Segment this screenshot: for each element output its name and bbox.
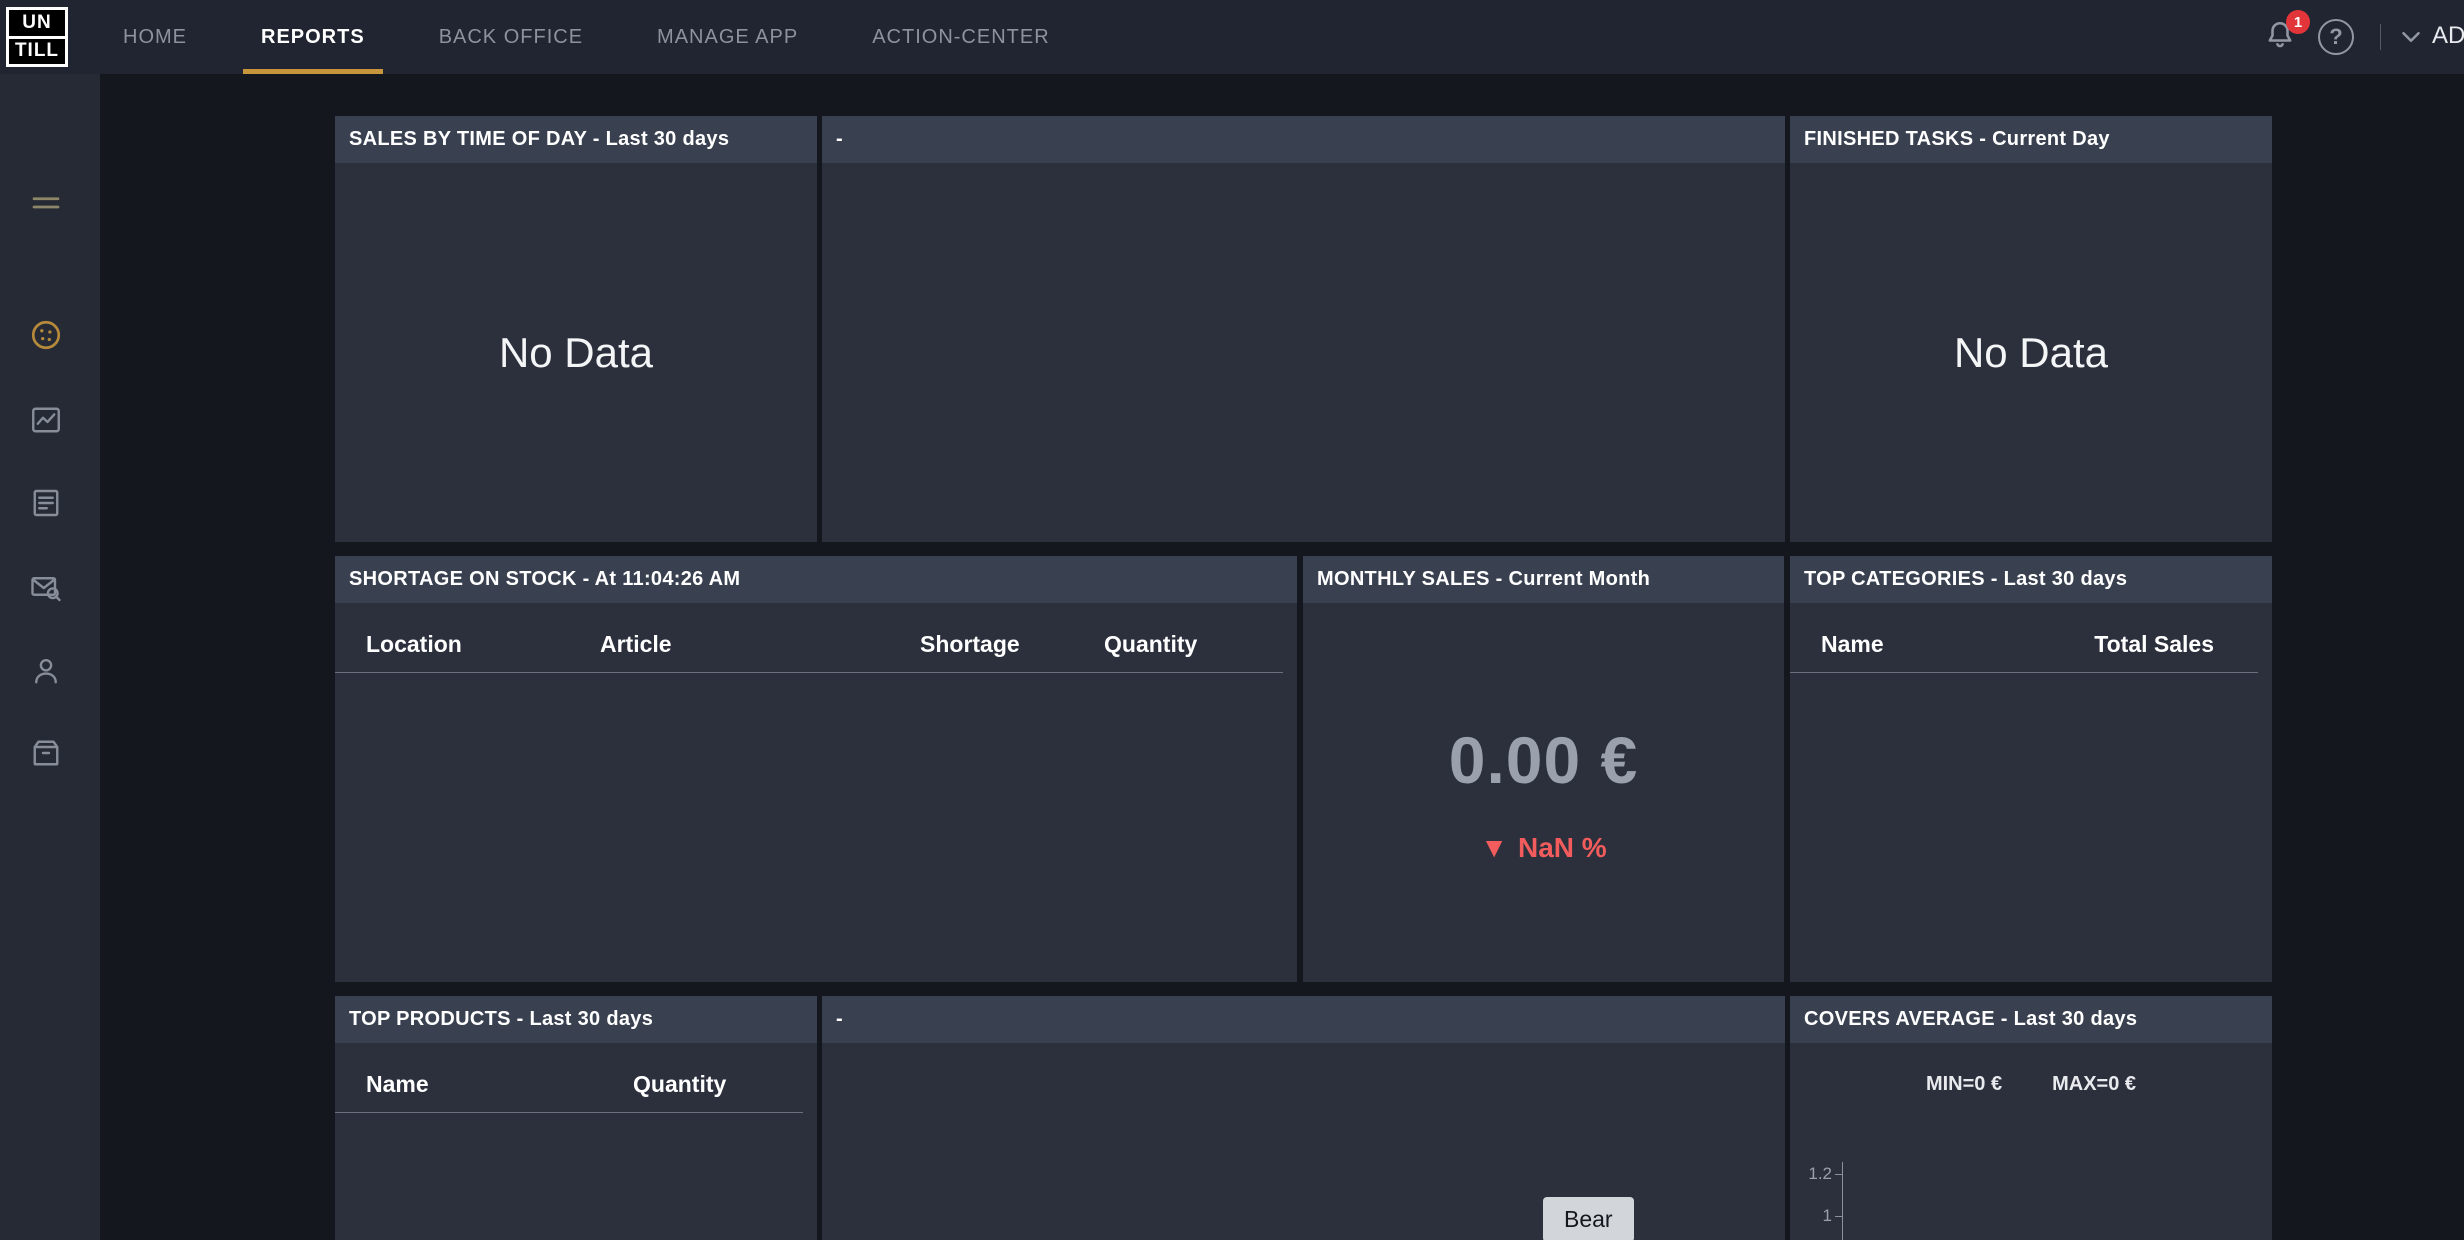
chart-legend-bear[interactable]: Bear bbox=[1543, 1197, 1634, 1240]
column-header-total-sales: Total Sales bbox=[2094, 631, 2214, 657]
card-title: TOP PRODUCTS - Last 30 days bbox=[335, 996, 817, 1043]
nav-divider bbox=[2380, 24, 2381, 50]
card-title: - bbox=[822, 116, 1785, 163]
card-untitled-bottom: - Bear bbox=[822, 996, 1785, 1240]
table-header-row: Name Total Sales bbox=[1790, 603, 2258, 673]
table-header-row: Location Article Shortage Quantity bbox=[335, 603, 1283, 673]
card-top-products: TOP PRODUCTS - Last 30 days Name Quantit… bbox=[335, 996, 817, 1240]
notification-badge: 1 bbox=[2286, 10, 2310, 34]
column-header-location: Location bbox=[366, 631, 462, 657]
chevron-down-icon bbox=[2396, 22, 2426, 52]
column-header-shortage: Shortage bbox=[920, 631, 1020, 657]
sidebar-item-mail-search[interactable] bbox=[24, 566, 68, 610]
card-title: FINISHED TASKS - Current Day bbox=[1790, 116, 2272, 163]
logo-line2: TILL bbox=[14, 40, 60, 62]
card-title: - bbox=[822, 996, 1785, 1043]
sidebar-item-inventory[interactable] bbox=[24, 731, 68, 775]
sidebar-item-dashboard[interactable] bbox=[24, 313, 68, 357]
covers-max-label: MAX=0 € bbox=[2052, 1073, 2137, 1095]
card-title: SHORTAGE ON STOCK - At 11:04:26 AM bbox=[335, 556, 1297, 603]
card-title: TOP CATEGORIES - Last 30 days bbox=[1790, 556, 2272, 603]
nav-item-reports[interactable]: REPORTS bbox=[243, 0, 383, 74]
nav-item-manage-app[interactable]: MANAGE APP bbox=[639, 0, 816, 74]
left-sidebar bbox=[0, 74, 100, 1240]
box-icon bbox=[28, 735, 64, 771]
sidebar-menu-toggle[interactable] bbox=[24, 182, 68, 226]
no-data-text: No Data bbox=[498, 328, 654, 376]
covers-min-label: MIN=0 € bbox=[1925, 1073, 2003, 1095]
card-title: COVERS AVERAGE - Last 30 days bbox=[1790, 996, 2272, 1043]
card-sales-by-time: SALES BY TIME OF DAY - Last 30 days No D… bbox=[335, 116, 817, 542]
user-menu-chevron[interactable] bbox=[2396, 22, 2426, 52]
y-tick-label: 1 bbox=[1822, 1206, 1832, 1225]
card-covers-average: COVERS AVERAGE - Last 30 days MIN=0 € MA… bbox=[1790, 996, 2272, 1240]
sales-chart-icon bbox=[28, 402, 64, 438]
card-monthly-sales: MONTHLY SALES - Current Month 0.00 € ▼ N… bbox=[1303, 556, 1784, 982]
table-header-row: Name Quantity bbox=[335, 1043, 803, 1113]
user-account-label[interactable]: AD bbox=[2432, 22, 2464, 50]
column-header-name: Name bbox=[366, 1071, 429, 1097]
column-header-quantity: Quantity bbox=[633, 1071, 727, 1097]
card-title: SALES BY TIME OF DAY - Last 30 days bbox=[335, 116, 817, 163]
y-tick-label: 1.2 bbox=[1808, 1164, 1832, 1183]
top-navigation: UN TILL HOME REPORTS BACK OFFICE MANAGE … bbox=[0, 0, 2464, 74]
monthly-sales-amount: 0.00 € bbox=[1448, 722, 1639, 797]
covers-minmax: MIN=0 € MAX=0 € bbox=[1790, 1043, 2272, 1096]
card-untitled-top: - bbox=[822, 116, 1785, 542]
no-data-text: No Data bbox=[1953, 328, 2109, 376]
card-finished-tasks: FINISHED TASKS - Current Day No Data bbox=[1790, 116, 2272, 542]
person-icon bbox=[28, 653, 64, 689]
active-tab-underline bbox=[243, 69, 383, 74]
column-header-article: Article bbox=[600, 631, 672, 657]
nav-item-home[interactable]: HOME bbox=[105, 0, 205, 74]
document-icon bbox=[28, 485, 64, 521]
menu-icon bbox=[28, 186, 64, 222]
dashboard-icon bbox=[28, 317, 64, 353]
column-header-quantity: Quantity bbox=[1104, 631, 1198, 657]
app-screen: UN TILL HOME REPORTS BACK OFFICE MANAGE … bbox=[0, 0, 2464, 1240]
help-button[interactable]: ? bbox=[2318, 19, 2354, 55]
mail-search-icon bbox=[28, 570, 64, 606]
nav-item-back-office[interactable]: BACK OFFICE bbox=[421, 0, 601, 74]
card-shortage-on-stock: SHORTAGE ON STOCK - At 11:04:26 AM Locat… bbox=[335, 556, 1297, 982]
notifications-button[interactable]: 1 bbox=[2262, 10, 2310, 56]
sidebar-item-sales-report[interactable] bbox=[24, 398, 68, 442]
monthly-sales-delta: ▼ NaN % bbox=[1480, 832, 1606, 864]
sidebar-item-customers[interactable] bbox=[24, 649, 68, 693]
main-nav: HOME REPORTS BACK OFFICE MANAGE APP ACTI… bbox=[105, 0, 1068, 74]
delta-down-icon: ▼ bbox=[1480, 831, 1508, 863]
untill-logo[interactable]: UN TILL bbox=[6, 7, 68, 67]
column-header-name: Name bbox=[1821, 631, 1884, 657]
card-top-categories: TOP CATEGORIES - Last 30 days Name Total… bbox=[1790, 556, 2272, 982]
nav-item-action-center[interactable]: ACTION-CENTER bbox=[854, 0, 1067, 74]
card-title: MONTHLY SALES - Current Month bbox=[1303, 556, 1784, 603]
question-icon: ? bbox=[2329, 24, 2343, 49]
sidebar-item-reports-doc[interactable] bbox=[24, 481, 68, 525]
logo-line1: UN bbox=[9, 10, 65, 39]
delta-text: NaN % bbox=[1518, 831, 1607, 863]
